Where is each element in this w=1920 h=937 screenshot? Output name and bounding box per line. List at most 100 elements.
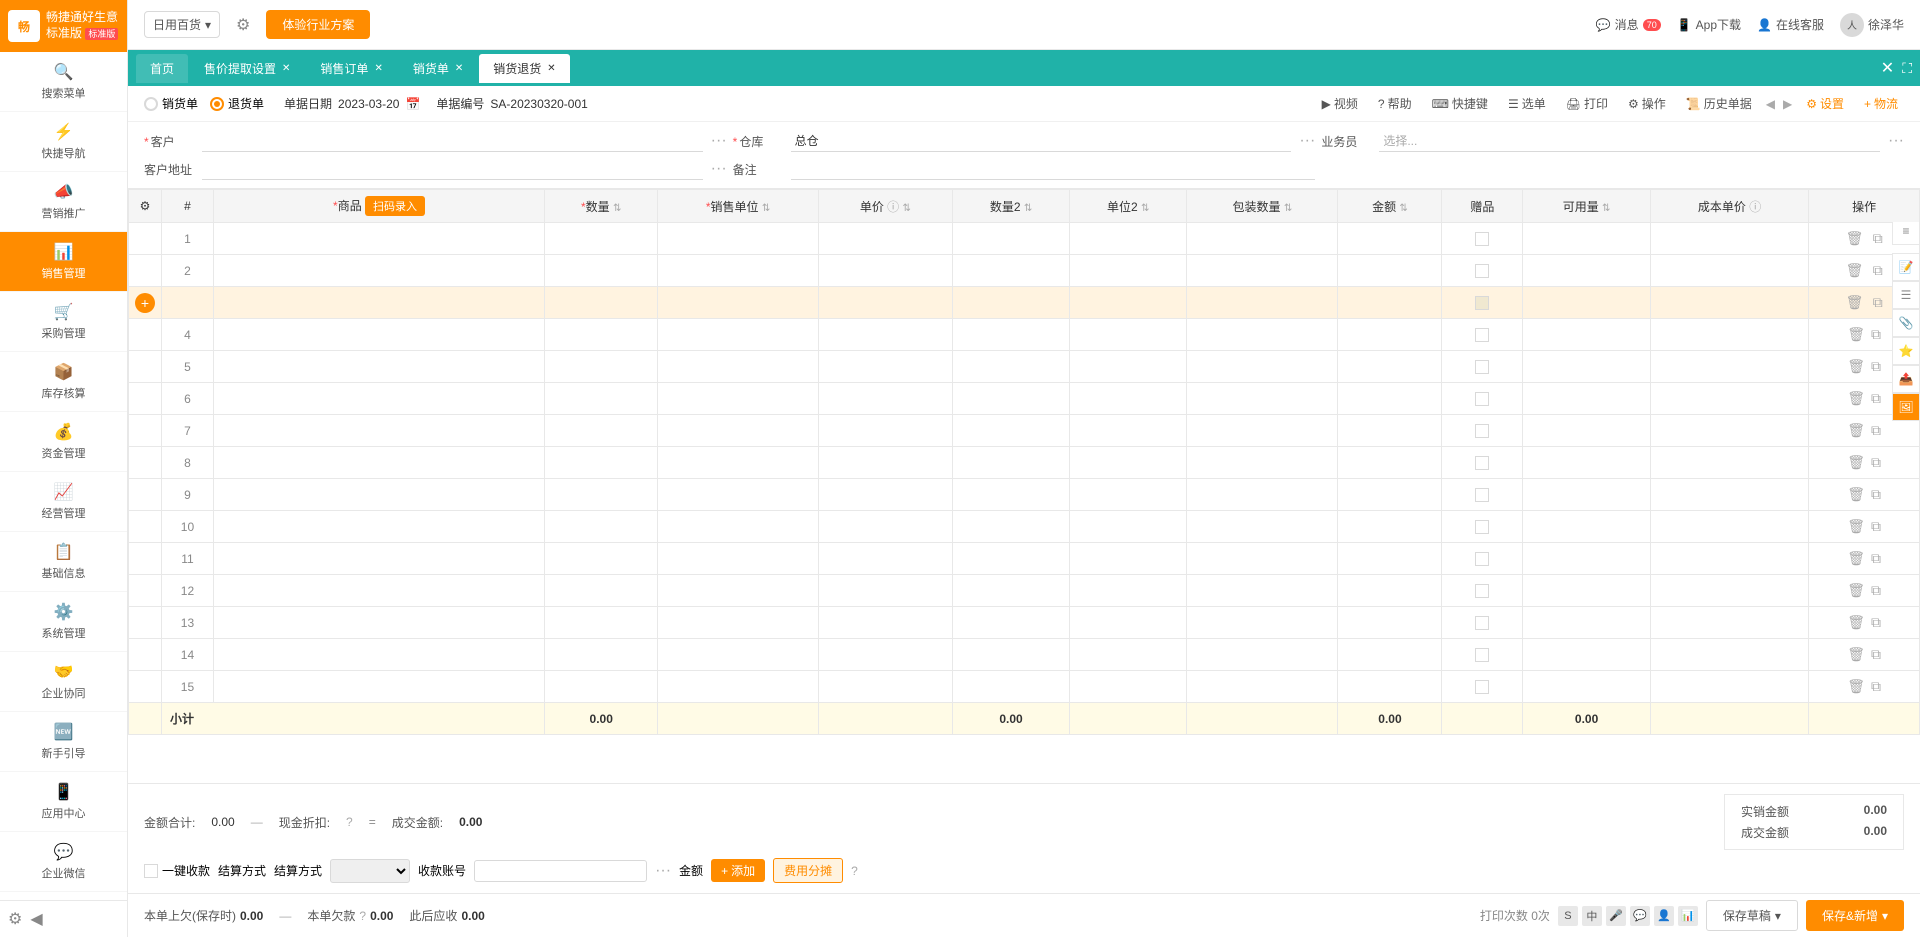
qty2-sort-icon[interactable]: ⇅	[1024, 203, 1032, 214]
add-row-btn[interactable]: +	[135, 293, 155, 313]
pkg-sort-icon[interactable]: ⇅	[1284, 203, 1292, 214]
header-gear-icon[interactable]: ⚙	[236, 15, 250, 35]
gift-cell-1[interactable]	[1442, 223, 1523, 255]
help-btn[interactable]: ? 帮助	[1372, 92, 1418, 115]
copy-15[interactable]: ⧉	[1871, 678, 1881, 694]
status-icon-person[interactable]: 👤	[1654, 906, 1674, 926]
payment-checkbox[interactable]	[144, 864, 158, 878]
discount-help-icon[interactable]: ?	[346, 815, 353, 829]
gift-cb-3[interactable]	[1475, 296, 1489, 310]
address-more-icon[interactable]: ···	[711, 160, 727, 178]
save-draft-btn[interactable]: 保存草稿 ▾	[1706, 900, 1798, 931]
del-7[interactable]: 🗑	[1847, 422, 1865, 438]
delete-row-2-icon[interactable]: 🗑	[1846, 262, 1864, 278]
video-btn[interactable]: ▶ 视频	[1316, 92, 1364, 115]
del-9[interactable]: 🗑	[1847, 486, 1865, 502]
copy-9[interactable]: ⧉	[1871, 486, 1881, 502]
copy-4[interactable]: ⧉	[1871, 326, 1881, 342]
expense-split-btn[interactable]: 费用分摊	[773, 858, 843, 883]
qty-sort-icon[interactable]: ⇅	[613, 203, 621, 214]
del-10[interactable]: 🗑	[1847, 518, 1865, 534]
remarks-input[interactable]	[791, 158, 1316, 180]
float-btn-8[interactable]: 🖼	[1892, 393, 1920, 421]
delete-row-3-icon[interactable]: 🗑	[1846, 294, 1864, 310]
app-download-button[interactable]: 📱 App下载	[1677, 16, 1741, 33]
del-8[interactable]: 🗑	[1847, 454, 1865, 470]
gift-cb-2[interactable]	[1475, 264, 1489, 278]
copy-13[interactable]: ⧉	[1871, 614, 1881, 630]
float-btn-7[interactable]: 📤	[1892, 365, 1920, 393]
copy-7[interactable]: ⧉	[1871, 422, 1881, 438]
copy-12[interactable]: ⧉	[1871, 582, 1881, 598]
status-icon-chart[interactable]: 📊	[1678, 906, 1698, 926]
one-click-payment-cb[interactable]: 一键收款	[144, 862, 210, 879]
message-button[interactable]: 💬 消息 70	[1596, 16, 1661, 33]
sidebar-item-corp[interactable]: 🤝 企业协同	[0, 652, 127, 712]
prev-btn[interactable]: ◀	[1766, 97, 1775, 111]
customer-input[interactable]	[202, 130, 703, 152]
del-13[interactable]: 🗑	[1847, 614, 1865, 630]
tab-home[interactable]: 首页	[136, 54, 188, 83]
add-payment-btn[interactable]: + 添加	[711, 859, 765, 882]
industry-dropdown[interactable]: 日用百货 ▾	[144, 11, 220, 38]
sidebar-item-search[interactable]: 🔍 搜索菜单	[0, 52, 127, 112]
sidebar-item-operation[interactable]: 📈 经营管理	[0, 472, 127, 532]
float-btn-4[interactable]: ☰	[1892, 281, 1920, 309]
online-service-button[interactable]: 👤 在线客服	[1757, 16, 1824, 33]
copy-10[interactable]: ⧉	[1871, 518, 1881, 534]
product-cell-1[interactable]	[213, 223, 544, 255]
radio-return[interactable]: 退货单	[210, 95, 264, 112]
qty-cell-1[interactable]	[545, 223, 658, 255]
copy-5[interactable]: ⧉	[1871, 358, 1881, 374]
copy-11[interactable]: ⧉	[1871, 550, 1881, 566]
doc-date-value[interactable]: 2023-03-20	[338, 97, 399, 111]
copy-row-1-icon[interactable]: ⧉	[1873, 230, 1883, 246]
del-14[interactable]: 🗑	[1847, 646, 1865, 662]
unit2-sort-icon[interactable]: ⇅	[1141, 203, 1149, 214]
qty2-cell-1[interactable]	[952, 223, 1069, 255]
tab-sales-return[interactable]: 销货退货 ✕	[479, 54, 569, 83]
avail-sort-icon[interactable]: ⇅	[1602, 203, 1610, 214]
tab-price-setting[interactable]: 售价提取设置 ✕	[190, 54, 304, 83]
sidebar-item-inventory[interactable]: 📦 库存核算	[0, 352, 127, 412]
salesperson-input[interactable]: 选择...	[1379, 130, 1880, 152]
status-icon-chat[interactable]: 💬	[1630, 906, 1650, 926]
tab-bar-close-icon[interactable]: ✕	[1881, 58, 1894, 78]
warehouse-input[interactable]: 总仓	[791, 130, 1292, 152]
radio-sale[interactable]: 销货单	[144, 95, 198, 112]
gift-cb-1[interactable]	[1475, 232, 1489, 246]
sidebar-item-member[interactable]: 👑 畅会员	[0, 892, 127, 900]
float-btn-5[interactable]: 📎	[1892, 309, 1920, 337]
status-icon-zhong[interactable]: 中	[1582, 906, 1602, 926]
address-input[interactable]	[202, 158, 703, 180]
th-gear[interactable]: ⚙	[129, 190, 162, 223]
copy-14[interactable]: ⧉	[1871, 646, 1881, 662]
next-btn[interactable]: ▶	[1783, 97, 1792, 111]
sidebar-item-sales[interactable]: 📊 销售管理	[0, 232, 127, 292]
copy-row-2-icon[interactable]: ⧉	[1873, 262, 1883, 278]
status-icon-mic[interactable]: 🎤	[1606, 906, 1626, 926]
tab-return-close-icon[interactable]: ✕	[547, 63, 555, 74]
del-4[interactable]: 🗑	[1847, 326, 1865, 342]
sidebar-item-base[interactable]: 📋 基础信息	[0, 532, 127, 592]
logistics-btn[interactable]: + 物流	[1858, 92, 1904, 115]
history-btn[interactable]: 📜 历史单据	[1680, 92, 1758, 115]
del-5[interactable]: 🗑	[1847, 358, 1865, 374]
salesperson-more-icon[interactable]: ···	[1888, 132, 1904, 150]
sidebar-item-system[interactable]: ⚙️ 系统管理	[0, 592, 127, 652]
calendar-icon[interactable]: 📅	[405, 97, 420, 111]
unit-cell-1[interactable]	[658, 223, 818, 255]
sidebar-item-guide[interactable]: 🆕 新手引导	[0, 712, 127, 772]
collapse-icon[interactable]: ◀	[30, 909, 42, 929]
user-profile-button[interactable]: 人 徐泽华	[1840, 13, 1904, 37]
price-cell-1[interactable]	[818, 223, 952, 255]
tab-sales-order[interactable]: 销售订单 ✕	[306, 54, 396, 83]
amount-cell-1[interactable]	[1338, 223, 1442, 255]
sidebar-item-app[interactable]: 📱 应用中心	[0, 772, 127, 832]
warehouse-more-icon[interactable]: ···	[1299, 132, 1315, 150]
pkg-cell-1[interactable]	[1187, 223, 1338, 255]
sidebar-item-purchase[interactable]: 🛒 采购管理	[0, 292, 127, 352]
select-btn[interactable]: ☰ 选单	[1502, 92, 1552, 115]
shortcut-btn[interactable]: ⌨ 快捷键	[1426, 92, 1494, 115]
account-more-icon[interactable]: ···	[655, 862, 671, 880]
